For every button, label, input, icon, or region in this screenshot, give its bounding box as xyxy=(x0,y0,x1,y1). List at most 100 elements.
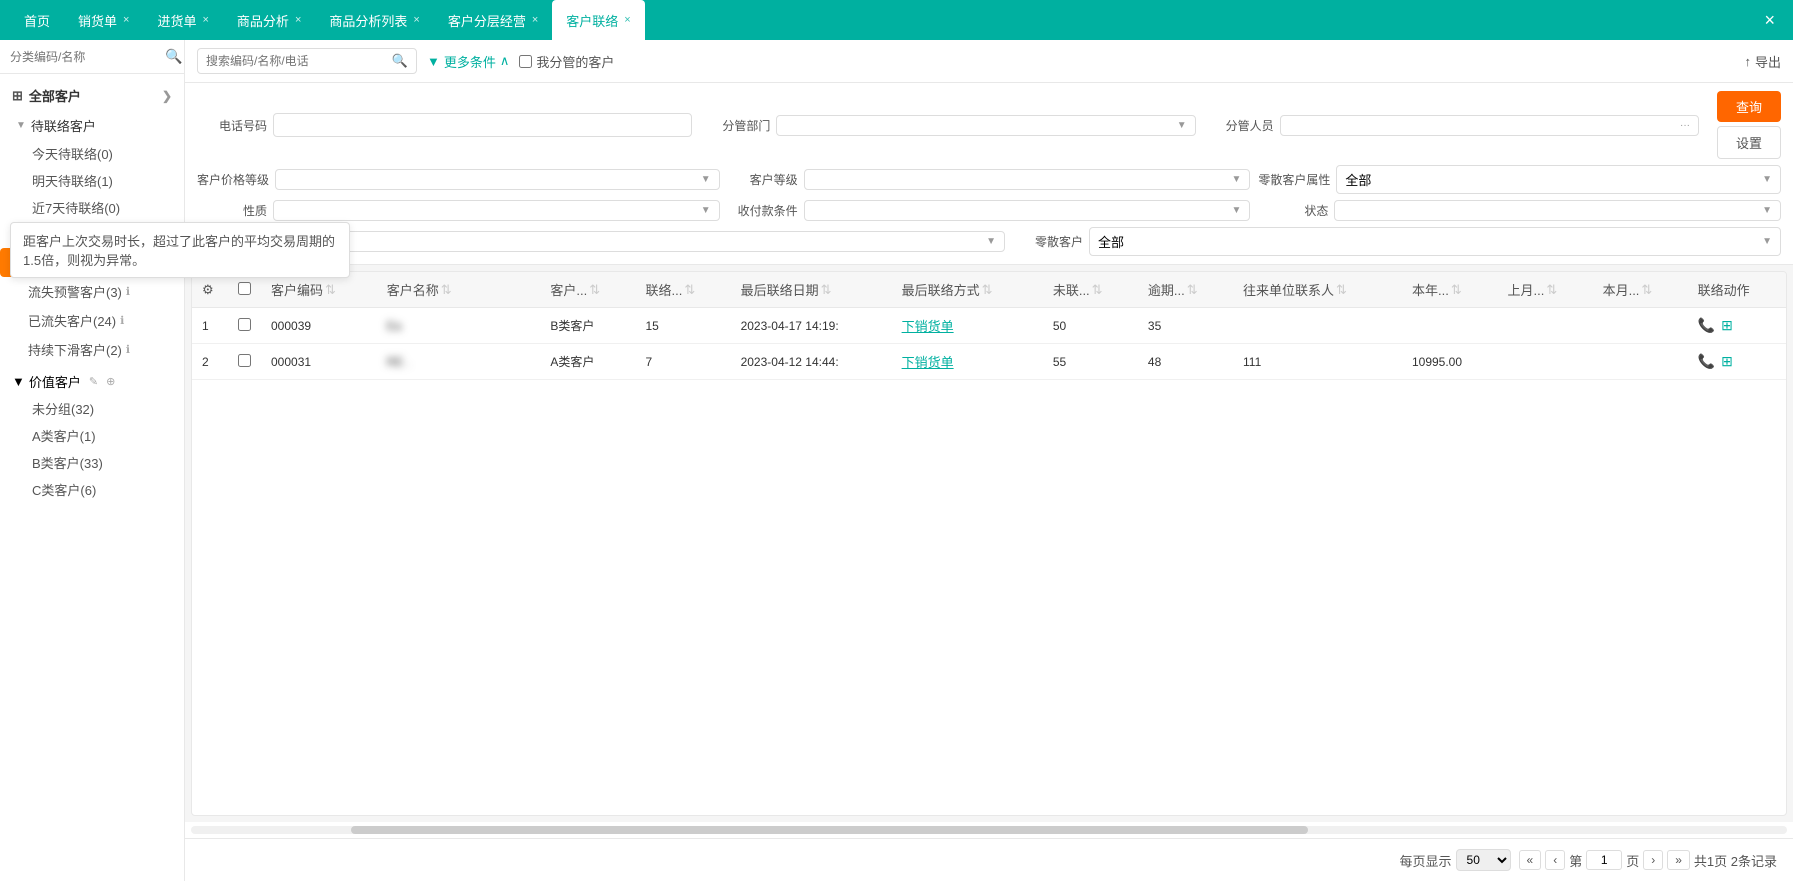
anomaly-tooltip: 距客户上次交易时长，超过了此客户的平均交易周期的1.5倍，则视为异常。 xyxy=(185,222,350,278)
row1-name[interactable]: Ea xyxy=(377,308,541,344)
main-search-input[interactable] xyxy=(206,54,392,68)
last-page-button[interactable]: » xyxy=(1667,850,1690,870)
table-header-row: ⚙ 客户编码 ⇅ 客户名称 xyxy=(192,272,1786,308)
row1-index: 1 xyxy=(192,308,228,344)
row2-last-contact-date: 2023-04-12 14:44: xyxy=(731,344,892,380)
last-date-sort[interactable]: 最后联络日期 ⇅ xyxy=(741,280,882,299)
sidebar-item-lost-customers[interactable]: 已流失客户(24) ℹ xyxy=(0,306,184,335)
row2-this-year: 10995.00 xyxy=(1402,344,1498,380)
scrollbar-thumb[interactable] xyxy=(351,826,1309,834)
gear-icon[interactable]: ⚙ xyxy=(202,282,214,297)
nav-product-analysis-list-close[interactable]: × xyxy=(413,14,419,26)
row2-type: A类客户 xyxy=(540,344,635,380)
export-button[interactable]: ↑ 导出 xyxy=(1744,52,1781,71)
type-sort[interactable]: 客户... ⇅ xyxy=(550,280,625,299)
nav-purchase-order-close[interactable]: × xyxy=(202,14,208,26)
customer-type-select[interactable]: ▼ xyxy=(313,231,1005,252)
pending-contact-arrow: ▼ xyxy=(16,120,26,131)
row1-more-icon[interactable]: ⊞ xyxy=(1721,317,1733,334)
sidebar-item-ungrouped[interactable]: 未分组(32) xyxy=(0,395,184,422)
row2-checkbox[interactable] xyxy=(238,354,251,367)
export-icon: ↑ xyxy=(1744,54,1751,69)
nav-customer-contact-close[interactable]: × xyxy=(624,14,630,26)
row2-method-link[interactable]: 下销货单 xyxy=(902,355,954,370)
col-last-month: 上月... ⇅ xyxy=(1497,272,1592,308)
edit-icon-value[interactable]: ✎ xyxy=(89,375,98,388)
no-contact-sort[interactable]: 未联... ⇅ xyxy=(1053,280,1128,299)
sidebar-item-today-pending[interactable]: 今天待联络(0) xyxy=(0,140,184,167)
sidebar-item-7days-pending[interactable]: 近7天待联络(0) xyxy=(0,194,184,221)
next-page-button[interactable]: › xyxy=(1643,850,1663,870)
dept-select-arrow: ▼ xyxy=(1177,120,1187,131)
nav-sales-order-close[interactable]: × xyxy=(123,14,129,26)
page-number-input[interactable] xyxy=(1586,850,1622,870)
sidebar-search-input[interactable] xyxy=(10,50,165,64)
last-month-sort[interactable]: 上月... ⇅ xyxy=(1507,280,1582,299)
row1-checkbox[interactable] xyxy=(238,318,251,331)
horizontal-scrollbar[interactable] xyxy=(185,822,1793,838)
filter-panel: 电话号码 分管部门 ▼ 分管人员 ··· xyxy=(185,83,1793,265)
my-customer-checkbox[interactable] xyxy=(519,55,532,68)
row2-name[interactable]: RE . xyxy=(377,344,541,380)
row2-phone-icon[interactable]: 📞 xyxy=(1698,353,1715,370)
info-icon-churn: ℹ xyxy=(126,285,130,298)
window-close-button[interactable]: × xyxy=(1756,10,1783,31)
nav-customer-contact[interactable]: 客户联络 × xyxy=(552,0,644,40)
value-arrow: ▼ xyxy=(12,374,25,389)
last-method-sort[interactable]: 最后联络方式 ⇅ xyxy=(902,280,1033,299)
sidebar-search-icon[interactable]: 🔍 xyxy=(165,48,182,65)
search-icon-main[interactable]: 🔍 xyxy=(392,53,408,69)
more-filters-button[interactable]: ▼ 更多条件 ∧ xyxy=(427,52,509,71)
contact-person-sort[interactable]: 往来单位联系人 ⇅ xyxy=(1243,280,1392,299)
nature-select[interactable]: ▼ xyxy=(273,200,720,221)
select-all-checkbox[interactable] xyxy=(238,282,251,295)
nav-product-analysis-close[interactable]: × xyxy=(295,14,301,26)
this-year-sort[interactable]: 本年... ⇅ xyxy=(1412,280,1488,299)
overdue-sort[interactable]: 逾期... ⇅ xyxy=(1148,280,1223,299)
nav-product-analysis[interactable]: 商品分析 × xyxy=(223,0,315,40)
sidebar-collapse-btn[interactable]: ❯ xyxy=(162,89,172,103)
sort-icon-name: ⇅ xyxy=(441,282,452,298)
row2-more-icon[interactable]: ⊞ xyxy=(1721,353,1733,370)
pending-contact-title[interactable]: ▼ 待联络客户 xyxy=(0,111,184,140)
edit2-icon-value[interactable]: ⊕ xyxy=(106,375,115,388)
status-select[interactable]: ▼ xyxy=(1334,200,1781,221)
retail-customer-select[interactable]: 全部 ▼ xyxy=(1089,227,1781,256)
sidebar-item-class-b[interactable]: B类客户(33) xyxy=(0,449,184,476)
customer-grade-field: 客户等级 ▼ xyxy=(728,169,1251,190)
nav-customer-tier-close[interactable]: × xyxy=(532,14,538,26)
customer-grade-select[interactable]: ▼ xyxy=(804,169,1251,190)
person-select[interactable]: ··· xyxy=(1280,115,1699,136)
price-grade-select[interactable]: ▼ xyxy=(275,169,720,190)
query-button[interactable]: 查询 xyxy=(1717,91,1781,122)
sidebar-all-customers[interactable]: ⊞ 全部客户 ❯ xyxy=(0,80,184,111)
sidebar-item-declining-customers[interactable]: 持续下滑客户(2) ℹ xyxy=(0,335,184,364)
nav-sales-order[interactable]: 销货单 × xyxy=(64,0,143,40)
sidebar-item-class-a[interactable]: A类客户(1) xyxy=(0,422,184,449)
dept-select[interactable]: ▼ xyxy=(776,115,1195,136)
nav-product-analysis-list[interactable]: 商品分析列表 × xyxy=(315,0,433,40)
content-area: 🔍 ▼ 更多条件 ∧ 我分管的客户 ↑ 导出 电话号码 xyxy=(185,40,1793,881)
first-page-button[interactable]: « xyxy=(1519,850,1542,870)
retail-attr-select[interactable]: 全部 ▼ xyxy=(1336,165,1781,194)
contact-count-sort[interactable]: 联络... ⇅ xyxy=(645,280,720,299)
row2-contact-person: 111 xyxy=(1233,344,1402,380)
settings-button[interactable]: 设置 xyxy=(1717,126,1781,159)
nav-customer-tier[interactable]: 客户分层经营 × xyxy=(434,0,552,40)
sidebar-item-class-c[interactable]: C类客户(6) xyxy=(0,476,184,503)
value-customers-title[interactable]: ▼ 价值客户 ✎ ⊕ xyxy=(0,368,184,395)
this-month-sort[interactable]: 本月... ⇅ xyxy=(1603,280,1678,299)
payment-select[interactable]: ▼ xyxy=(804,200,1251,221)
per-page-select[interactable]: 50 20 100 xyxy=(1456,849,1511,871)
row1-phone-icon[interactable]: 📞 xyxy=(1698,317,1715,334)
phone-input[interactable] xyxy=(273,113,692,137)
nav-home[interactable]: 首页 xyxy=(10,0,64,40)
code-sort[interactable]: 客户编码 ⇅ xyxy=(271,280,367,299)
row1-last-contact-method: 下销货单 xyxy=(892,308,1043,344)
nav-purchase-order[interactable]: 进货单 × xyxy=(143,0,222,40)
name-sort[interactable]: 客户名称 ⇅ xyxy=(387,280,531,299)
sidebar-item-tomorrow-pending[interactable]: 明天待联络(1) xyxy=(0,167,184,194)
prev-page-button[interactable]: ‹ xyxy=(1545,850,1565,870)
sidebar-item-churn-warning[interactable]: 流失预警客户(3) ℹ xyxy=(0,277,184,306)
row1-method-link[interactable]: 下销货单 xyxy=(902,319,954,334)
